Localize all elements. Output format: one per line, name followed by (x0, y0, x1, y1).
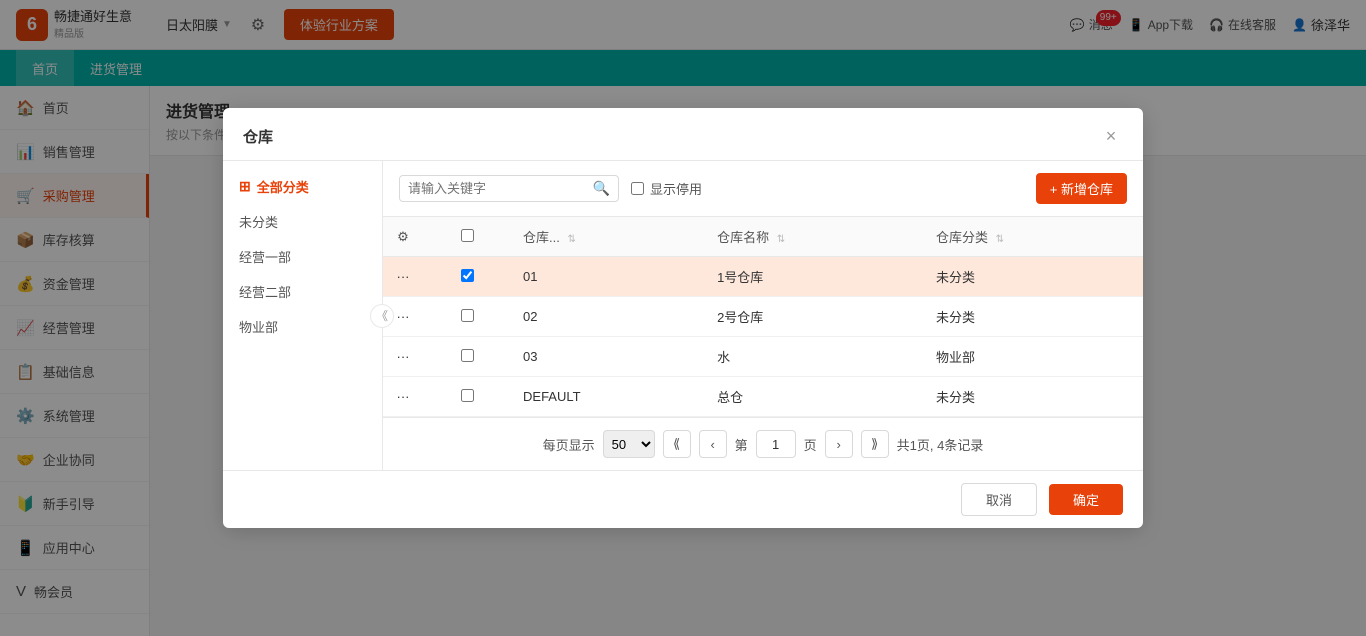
table-row[interactable]: ··· 02 2号仓库 未分类 (383, 297, 1143, 337)
cancel-button[interactable]: 取消 (961, 483, 1037, 516)
code-sort-icon: ⇅ (567, 234, 575, 245)
category-panel: ⊞ 全部分类 未分类 经营一部 经营二部 物业部 《 (223, 161, 383, 470)
cat-all[interactable]: ⊞ 全部分类 (223, 169, 382, 204)
modal-overlay: 仓库 × ⊞ 全部分类 未分类 经营一部 经营二部 (0, 0, 1366, 636)
cat-all-label: 全部分类 (257, 177, 309, 196)
row-code-cell: DEFAULT (511, 377, 705, 417)
row-name-cell: 2号仓库 (705, 297, 924, 337)
warehouse-table: ⚙ 仓库... ⇅ 仓库名称 ⇅ (383, 217, 1143, 417)
table-header-row: ⚙ 仓库... ⇅ 仓库名称 ⇅ (383, 217, 1143, 257)
modal-header: 仓库 × (223, 108, 1143, 161)
page-first-button[interactable]: ⟪ (663, 430, 691, 458)
cat-ops1[interactable]: 经营一部 (223, 239, 382, 274)
modal-body: ⊞ 全部分类 未分类 经营一部 经营二部 物业部 《 (223, 161, 1143, 470)
table-body: ··· 01 1号仓库 未分类 ··· 02 2号仓库 未分类 ··· 03 水… (383, 257, 1143, 417)
th-name: 仓库名称 ⇅ (705, 217, 924, 257)
show-disabled-label[interactable]: 显示停用 (631, 179, 702, 198)
th-checkbox (423, 217, 511, 257)
total-info: 共1页, 4条记录 (897, 435, 984, 454)
row-code-cell: 02 (511, 297, 705, 337)
table-row[interactable]: ··· 01 1号仓库 未分类 (383, 257, 1143, 297)
page-prev-button[interactable]: ‹ (699, 430, 727, 458)
row-code-cell: 01 (511, 257, 705, 297)
row-name-cell: 总仓 (705, 377, 924, 417)
warehouse-table-wrap: ⚙ 仓库... ⇅ 仓库名称 ⇅ (383, 217, 1143, 417)
cat-property[interactable]: 物业部 (223, 309, 382, 344)
modal-close-button[interactable]: × (1099, 124, 1123, 148)
select-all-checkbox[interactable] (461, 229, 474, 242)
page-label: 第 (735, 435, 748, 454)
pagination: 每页显示 50 10 20 100 ⟪ ‹ 第 页 › ⟫ 共1页, 4条记录 (383, 417, 1143, 470)
th-gear: ⚙ (383, 217, 423, 257)
name-sort-icon: ⇅ (777, 234, 785, 245)
row-name-cell: 水 (705, 337, 924, 377)
cat-unclassified-label: 未分类 (239, 212, 278, 231)
modal-toolbar: 🔍 显示停用 + 新增仓库 (383, 161, 1143, 217)
modal-title: 仓库 (243, 126, 273, 147)
th-category: 仓库分类 ⇅ (924, 217, 1143, 257)
row-checkbox-cell (423, 297, 511, 337)
page-suffix: 页 (804, 435, 817, 454)
cat-unclassified[interactable]: 未分类 (223, 204, 382, 239)
row-gear-cell: ··· (383, 337, 423, 377)
warehouse-modal: 仓库 × ⊞ 全部分类 未分类 经营一部 经营二部 (223, 108, 1143, 528)
show-disabled-checkbox[interactable] (631, 182, 644, 195)
row-checkbox[interactable] (461, 389, 474, 402)
page-number-input[interactable] (756, 430, 796, 458)
row-code-cell: 03 (511, 337, 705, 377)
row-checkbox[interactable] (461, 269, 474, 282)
table-row[interactable]: ··· DEFAULT 总仓 未分类 (383, 377, 1143, 417)
table-row[interactable]: ··· 03 水 物业部 (383, 337, 1143, 377)
row-gear-cell: ··· (383, 377, 423, 417)
row-checkbox-cell (423, 337, 511, 377)
cat-ops1-label: 经营一部 (239, 247, 291, 266)
th-code: 仓库... ⇅ (511, 217, 705, 257)
cat-collapse-button[interactable]: 《 (370, 304, 394, 328)
row-category-cell: 未分类 (924, 377, 1143, 417)
per-page-select[interactable]: 50 10 20 100 (603, 430, 655, 458)
row-category-cell: 物业部 (924, 337, 1143, 377)
row-name-cell: 1号仓库 (705, 257, 924, 297)
confirm-button[interactable]: 确定 (1049, 484, 1123, 515)
cat-sort-icon: ⇅ (996, 234, 1004, 245)
cat-ops2-label: 经营二部 (239, 282, 291, 301)
row-category-cell: 未分类 (924, 257, 1143, 297)
search-input[interactable] (408, 181, 587, 196)
row-checkbox-cell (423, 377, 511, 417)
row-checkbox[interactable] (461, 309, 474, 322)
row-gear-cell: ··· (383, 257, 423, 297)
add-warehouse-button[interactable]: + 新增仓库 (1036, 173, 1127, 204)
cat-property-label: 物业部 (239, 317, 278, 336)
row-checkbox[interactable] (461, 349, 474, 362)
page-last-button[interactable]: ⟫ (861, 430, 889, 458)
grid-icon: ⊞ (239, 178, 251, 195)
cat-ops2[interactable]: 经营二部 (223, 274, 382, 309)
row-category-cell: 未分类 (924, 297, 1143, 337)
search-box: 🔍 (399, 175, 619, 202)
page-next-button[interactable]: › (825, 430, 853, 458)
row-checkbox-cell (423, 257, 511, 297)
search-icon[interactable]: 🔍 (593, 180, 610, 197)
modal-footer: 取消 确定 (223, 470, 1143, 528)
right-panel: 🔍 显示停用 + 新增仓库 ⚙ (383, 161, 1143, 470)
per-page-label: 每页显示 (543, 435, 595, 454)
